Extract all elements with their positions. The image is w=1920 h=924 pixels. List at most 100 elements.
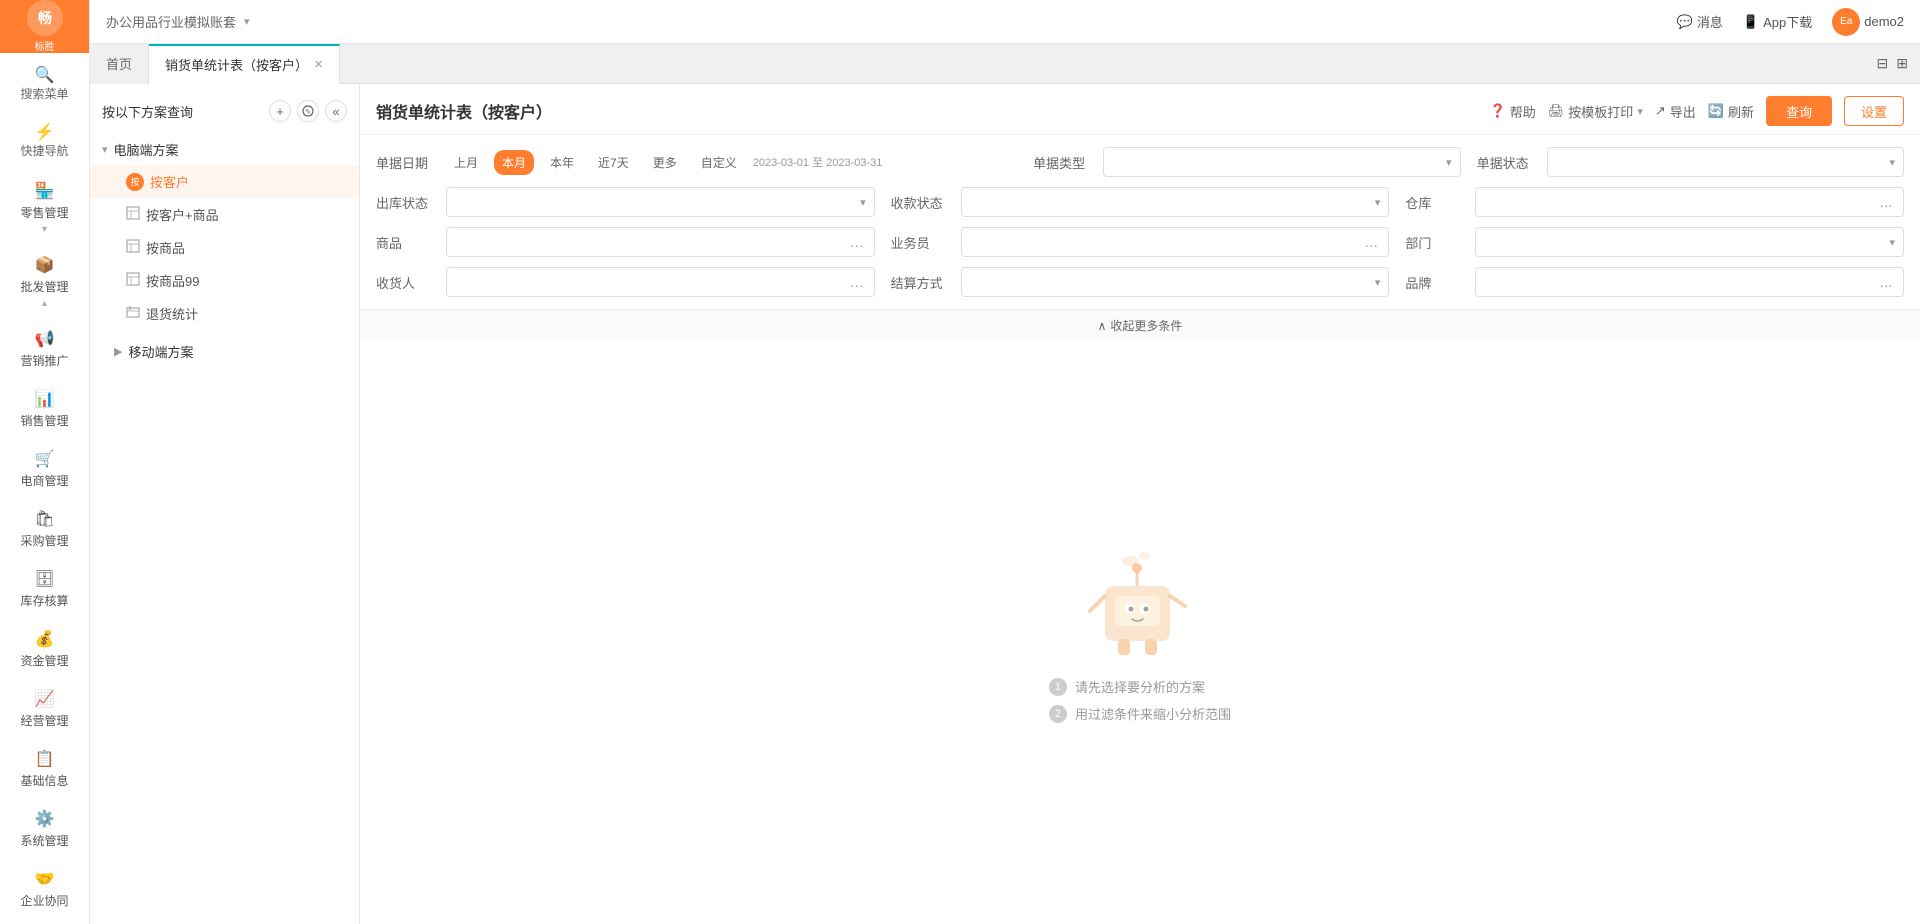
out-status-control[interactable]: ▾: [446, 187, 875, 217]
sidebar-item-retail[interactable]: 🏪 零售管理 ▾: [0, 171, 89, 245]
sidebar-item-finance[interactable]: 💰 资金管理: [0, 619, 89, 679]
query-button[interactable]: 查询: [1766, 96, 1832, 126]
export-icon: ↗: [1655, 103, 1666, 119]
scheme-item-goods[interactable]: 按商品: [90, 231, 359, 264]
sidebar-item-purchase[interactable]: 🛍 采购管理: [0, 499, 89, 559]
doc-type-chevron: ▾: [1446, 156, 1452, 169]
sidebar-item-label: 经营管理: [20, 712, 68, 729]
sidebar-item-marketing[interactable]: 📢 营销推广: [0, 319, 89, 379]
brand-filter-item: 品牌 …: [1405, 267, 1904, 297]
warehouse-control[interactable]: …: [1475, 187, 1904, 217]
page-actions: ❓ 帮助 🖨 按模板打印 ▾ ↗ 导出 🔄 刷新: [1490, 96, 1904, 126]
finance-icon: 💰: [35, 629, 55, 649]
date-btn-custom[interactable]: 自定义: [693, 150, 745, 175]
sidebar-item-ecommerce[interactable]: 🛒 电商管理: [0, 439, 89, 499]
tab-maximize-icon[interactable]: ⊞: [1896, 55, 1908, 72]
doc-type-filter-item: 单据类型 ▾: [1033, 147, 1460, 177]
content-area: 按以下方案查询 + ✎ « ▾ 电脑端方案 按 按客户: [90, 84, 1920, 924]
consignee-control[interactable]: …: [446, 267, 875, 297]
dept-filter-item: 部门 ▾: [1405, 227, 1904, 257]
scheme-item-by-customer[interactable]: 按 按客户: [90, 165, 359, 198]
refresh-btn[interactable]: 🔄 刷新: [1708, 102, 1754, 121]
consignee-dots: …: [850, 274, 866, 290]
mobile-scheme-group: ▶ 移动端方案: [90, 336, 359, 367]
date-filter-control: 上月 本月 本年 近7天 更多 自定义 2023-03-01 至 2023-03…: [446, 150, 1017, 175]
scheme-item-return[interactable]: 退货统计: [90, 297, 359, 330]
tip-1-text: 请先选择要分析的方案: [1075, 677, 1205, 696]
pc-scheme-group: ▾ 电脑端方案 按 按客户 按客户+商品 按商品: [90, 134, 359, 330]
date-range-display: 2023-03-01 至 2023-03-31: [753, 154, 883, 170]
goods-icon: [126, 239, 140, 256]
wholesale-icon: 📦: [35, 255, 55, 275]
filter-row-4: 收货人 … 结算方式 ▾ 品牌 …: [376, 267, 1904, 297]
tab-close-icon[interactable]: ✕: [314, 58, 323, 71]
quick-nav-btn[interactable]: ⚡ 快捷导航: [0, 114, 89, 167]
message-btn[interactable]: 💬 消息: [1677, 12, 1723, 31]
doc-type-control[interactable]: ▾: [1103, 147, 1460, 177]
search-menu-btn[interactable]: 🔍 搜索菜单: [0, 53, 89, 114]
edit-scheme-btn[interactable]: ✎: [297, 100, 319, 122]
mobile-scheme-group-header[interactable]: ▶ 移动端方案: [90, 336, 359, 367]
help-label: 帮助: [1510, 102, 1536, 121]
tab-home[interactable]: 首页: [90, 44, 149, 84]
mobile-group-arrow-icon: ▶: [114, 345, 122, 358]
sidebar-item-operations[interactable]: 📈 经营管理: [0, 679, 89, 739]
sidebar-item-system[interactable]: ⚙️ 系统管理: [0, 799, 89, 859]
left-panel-actions: + ✎ «: [269, 100, 347, 122]
payment-method-filter-item: 结算方式 ▾: [891, 267, 1390, 297]
date-btn-7days[interactable]: 近7天: [590, 150, 637, 175]
date-label: 单据日期: [376, 153, 446, 172]
payment-status-control[interactable]: ▾: [961, 187, 1390, 217]
app-icon: 📱: [1743, 14, 1759, 30]
date-btn-last-month[interactable]: 上月: [446, 150, 486, 175]
print-btn[interactable]: 🖨 按模板打印 ▾: [1548, 102, 1643, 121]
add-scheme-btn[interactable]: +: [269, 100, 291, 122]
date-btn-this-year[interactable]: 本年: [542, 150, 582, 175]
sidebar-item-label: 基础信息: [20, 772, 68, 789]
print-dropdown-icon: ▾: [1637, 105, 1643, 118]
app-download-btn[interactable]: 📱 App下载: [1743, 12, 1812, 31]
collapse-panel-btn[interactable]: «: [325, 100, 347, 122]
header-dropdown-icon[interactable]: ▾: [244, 15, 250, 28]
return-icon: [126, 305, 140, 322]
collapse-up-icon: ∧: [1098, 319, 1107, 333]
top-header: 办公用品行业模拟账套 ▾ 💬 消息 📱 App下载 Ea demo2: [90, 0, 1920, 44]
sidebar-item-inventory[interactable]: 🗄 库存核算: [0, 559, 89, 619]
tab-sales-stat[interactable]: 销货单统计表（按客户） ✕: [149, 44, 340, 84]
out-status-filter-item: 出库状态 ▾: [376, 187, 875, 217]
message-label: 消息: [1697, 12, 1723, 31]
brand-control[interactable]: …: [1475, 267, 1904, 297]
sidebar-item-sales[interactable]: 📊 销售管理: [0, 379, 89, 439]
scheme-item-customer-goods[interactable]: 按客户+商品: [90, 198, 359, 231]
help-btn[interactable]: ❓ 帮助: [1490, 102, 1536, 121]
date-btn-this-month[interactable]: 本月: [494, 150, 534, 175]
sidebar-item-basic-info[interactable]: 📋 基础信息: [0, 739, 89, 799]
settings-button[interactable]: 设置: [1844, 96, 1904, 126]
consignee-label: 收货人: [376, 273, 446, 292]
scheme-item-goods99[interactable]: 按商品99: [90, 264, 359, 297]
doc-status-control[interactable]: ▾: [1547, 147, 1904, 177]
sidebar-item-label: 零售管理: [20, 204, 68, 221]
dept-control[interactable]: ▾: [1475, 227, 1904, 257]
tab-minimize-icon[interactable]: ⊟: [1877, 55, 1889, 72]
message-icon: 💬: [1677, 14, 1693, 30]
date-btn-more[interactable]: 更多: [645, 150, 685, 175]
refresh-icon: 🔄: [1708, 103, 1724, 119]
payment-method-label: 结算方式: [891, 273, 961, 292]
user-profile-btn[interactable]: Ea demo2: [1832, 8, 1904, 36]
payment-method-chevron: ▾: [1375, 276, 1381, 289]
marketing-icon: 📢: [35, 329, 55, 349]
scheme-item-label: 按客户+商品: [146, 205, 219, 224]
payment-method-control[interactable]: ▾: [961, 267, 1390, 297]
pc-scheme-group-header[interactable]: ▾ 电脑端方案: [90, 134, 359, 165]
salesman-control[interactable]: …: [961, 227, 1390, 257]
export-btn[interactable]: ↗ 导出: [1655, 102, 1696, 121]
ecommerce-icon: 🛒: [35, 449, 55, 469]
sidebar-item-wholesale[interactable]: 📦 批发管理 ▴: [0, 245, 89, 319]
sidebar-item-enterprise[interactable]: 🤝 企业协同: [0, 859, 89, 919]
goods-control[interactable]: …: [446, 227, 875, 257]
collapse-filters-btn[interactable]: ∧ 收起更多条件: [360, 310, 1920, 340]
mobile-scheme-group-label: 移动端方案: [128, 342, 193, 361]
sidebar-item-guide[interactable]: 🎯 新手引导: [0, 919, 89, 924]
goods99-icon: [126, 272, 140, 289]
